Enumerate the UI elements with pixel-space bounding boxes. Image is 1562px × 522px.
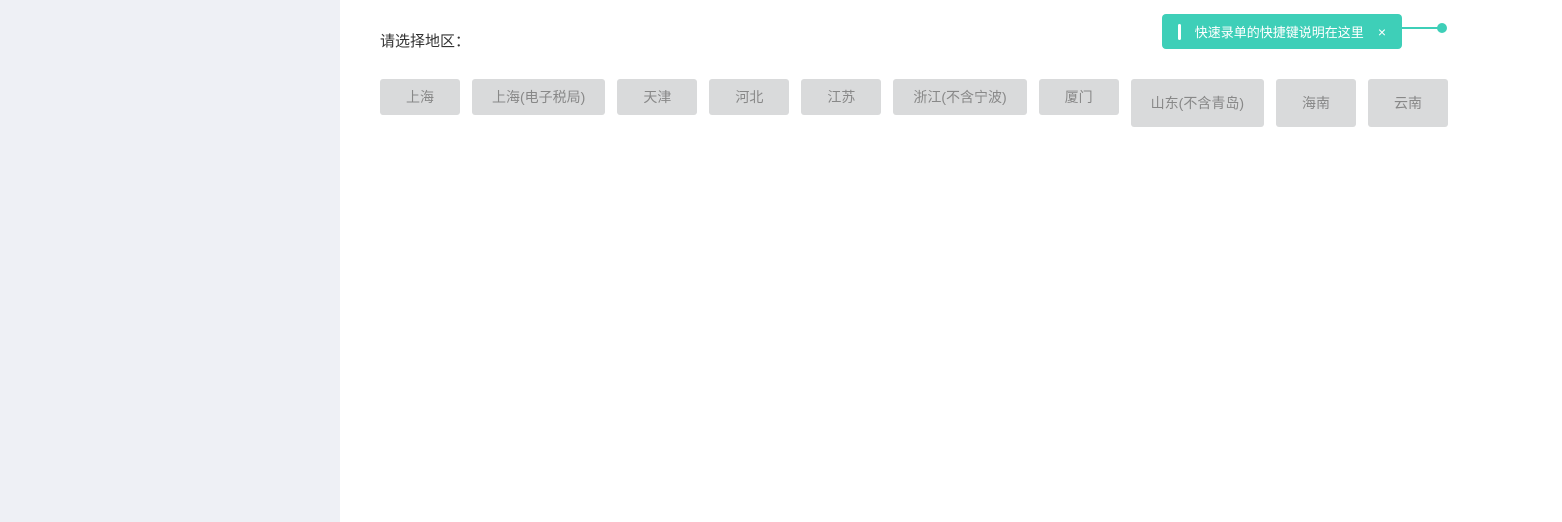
region-btn-hebei[interactable]: 河北 [709,79,789,115]
dot-indicator [1437,23,1447,33]
sidebar [0,0,340,522]
tooltip-text: 快速录单的快捷键说明在这里 [1195,22,1364,41]
tooltip-close-button[interactable]: × [1378,24,1386,40]
region-btn-jiangsu[interactable]: 江苏 [801,79,881,115]
region-btn-xiamen[interactable]: 厦门 [1039,79,1119,115]
region-btn-shanghai[interactable]: 上海 [380,79,460,115]
tooltip-banner: 快速录单的快捷键说明在这里 × [1162,14,1402,49]
region-btn-yunnan[interactable]: 云南 [1368,79,1448,127]
connector-line [1402,27,1442,29]
region-btn-shandong[interactable]: 山东(不含青岛) [1131,79,1264,127]
region-buttons-container: 上海上海(电子税局) 天津河北江苏浙江(不含宁波) 厦门山东(不含青岛)海南云南 [380,79,1522,127]
region-btn-zhejiang[interactable]: 浙江(不含宁波) [893,79,1026,115]
main-content: 请选择地区： 上海上海(电子税局)天津河北江苏浙江(不含宁波)厦门山东(不含青岛… [340,0,1562,522]
region-btn-shanghai-etax[interactable]: 上海(电子税局) [472,79,605,115]
region-btn-tianjin[interactable]: 天津 [617,79,697,115]
region-btn-hainan[interactable]: 海南 [1276,79,1356,127]
